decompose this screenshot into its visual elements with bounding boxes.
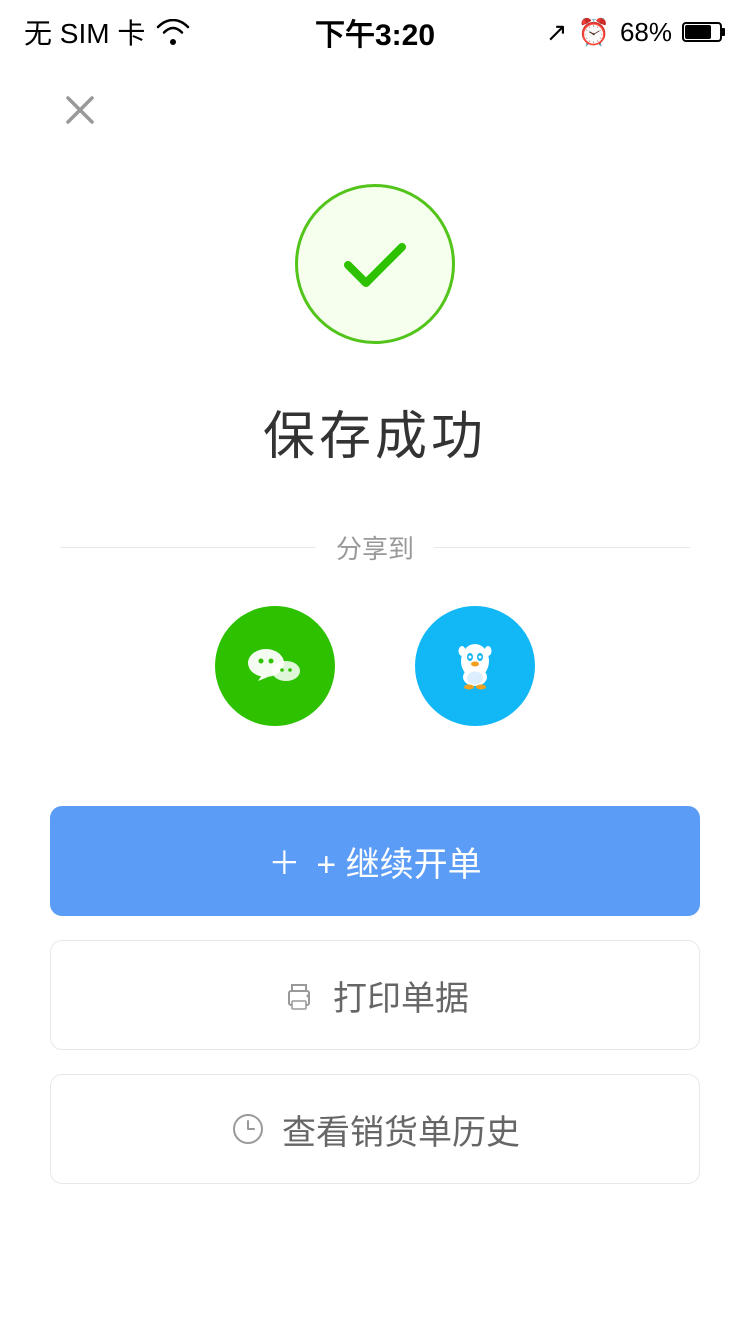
continue-label: + 继续开单 — [316, 837, 481, 886]
share-label: 分享到 — [336, 529, 414, 566]
close-icon — [58, 88, 102, 132]
success-title: 保存成功 — [263, 394, 487, 469]
share-icons-row — [215, 606, 535, 726]
continue-button[interactable]: ＋ + 继续开单 — [50, 806, 700, 916]
main-content: 保存成功 分享到 — [0, 64, 750, 1184]
close-button[interactable] — [50, 80, 110, 140]
divider-right — [434, 547, 690, 548]
print-label: 打印单据 — [333, 971, 469, 1020]
qq-share-button[interactable] — [415, 606, 535, 726]
status-right: ↗ ⏰ 68% — [546, 17, 726, 48]
actions-section: ＋ + 继续开单 打印单据 查看销货单历史 — [0, 806, 750, 1184]
location-icon: ↗ — [546, 17, 568, 48]
history-icon — [230, 1111, 266, 1147]
wifi-icon — [155, 19, 191, 45]
history-button[interactable]: 查看销货单历史 — [50, 1074, 700, 1184]
qq-icon — [440, 631, 510, 701]
print-button[interactable]: 打印单据 — [50, 940, 700, 1050]
battery-percentage: 68% — [620, 17, 672, 48]
success-icon-container — [295, 184, 455, 344]
status-time: 下午3:20 — [315, 10, 435, 54]
continue-icon: ＋ — [268, 838, 300, 884]
share-divider: 分享到 — [0, 529, 750, 566]
battery-icon — [682, 21, 726, 43]
divider-left — [60, 547, 316, 548]
alarm-icon: ⏰ — [578, 17, 610, 48]
share-section: 分享到 — [0, 529, 750, 726]
wechat-icon — [240, 631, 310, 701]
sim-label: 无 SIM 卡 — [24, 12, 145, 52]
status-left: 无 SIM 卡 — [24, 12, 191, 52]
wechat-share-button[interactable] — [215, 606, 335, 726]
status-bar: 无 SIM 卡 下午3:20 ↗ ⏰ 68% — [0, 0, 750, 64]
checkmark-icon — [330, 219, 420, 309]
history-label: 查看销货单历史 — [282, 1105, 520, 1154]
print-icon — [281, 977, 317, 1013]
